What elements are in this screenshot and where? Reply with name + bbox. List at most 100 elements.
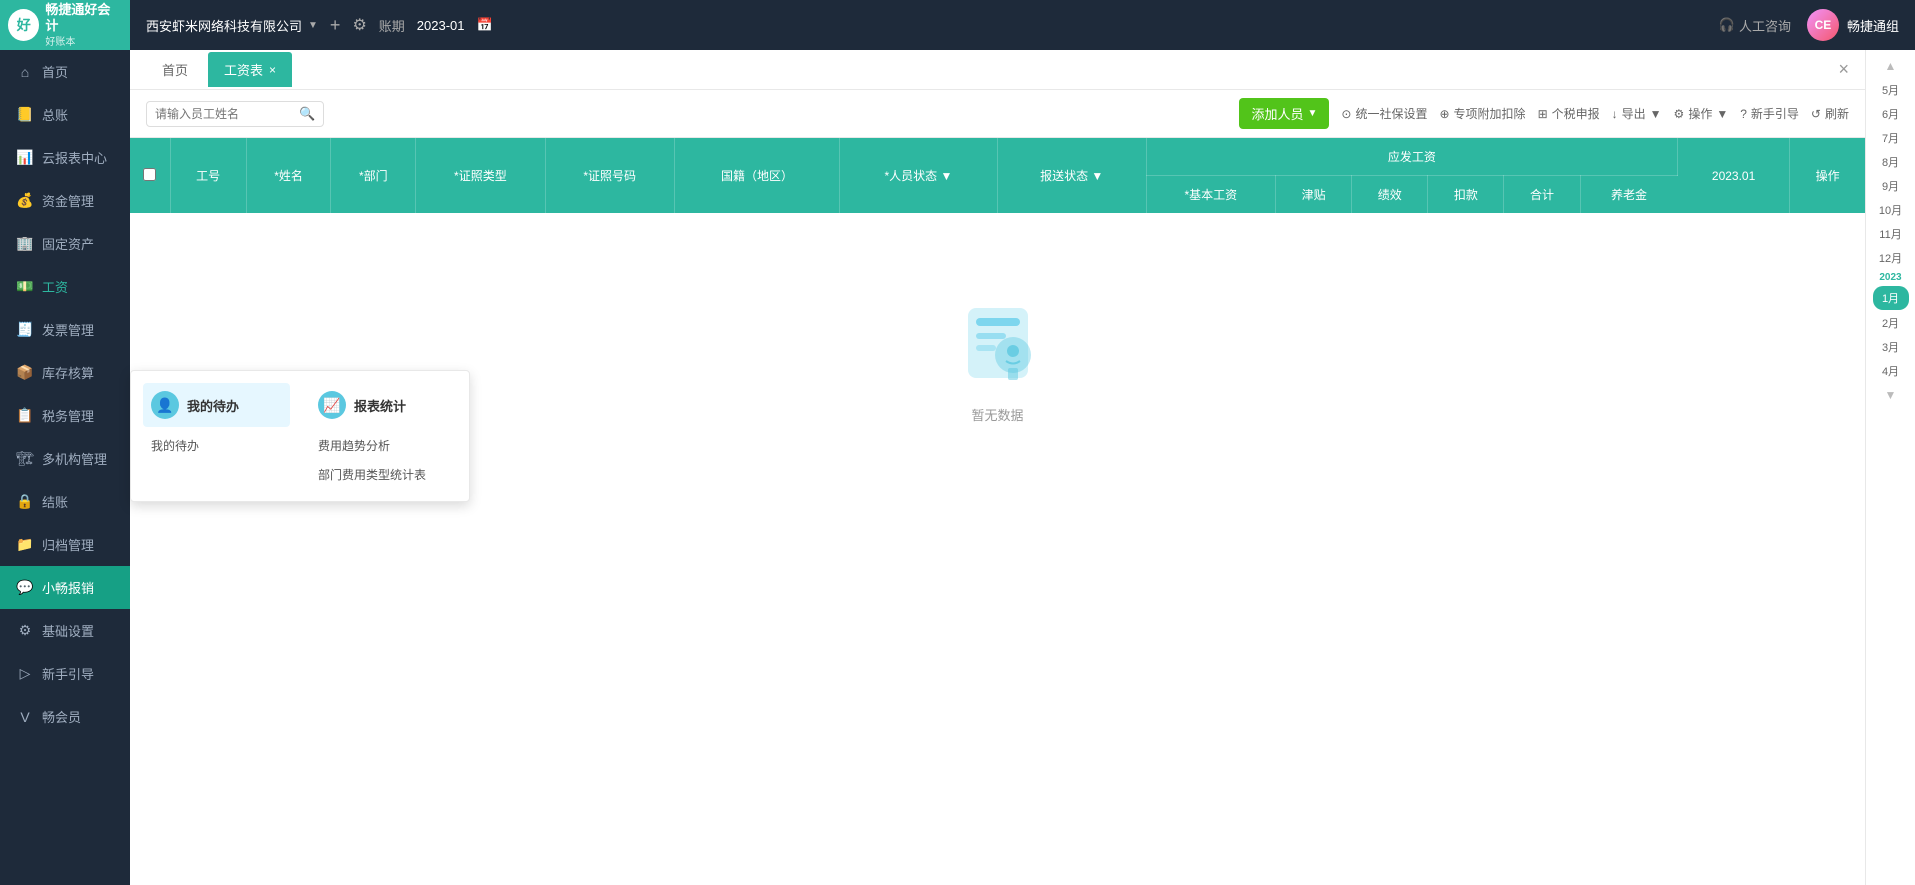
timeline-month-11[interactable]: 11月 — [1866, 222, 1915, 246]
closing-icon: 🔒 — [16, 493, 34, 511]
logo-text-area: 畅捷通好会计 好账本 — [45, 2, 122, 48]
th-id-type: *证照类型 — [416, 138, 545, 213]
search-icon[interactable]: 🔍 — [299, 106, 315, 122]
refresh-btn[interactable]: ↺ 刷新 — [1811, 105, 1849, 122]
tax-report-btn[interactable]: ⊞ 个税申报 — [1538, 105, 1600, 122]
home-icon: ⌂ — [16, 63, 34, 81]
empty-text: 暂无数据 — [971, 405, 1023, 424]
headset-icon: 🎧 — [1719, 17, 1735, 33]
sidebar-label-ledger: 总账 — [42, 105, 68, 124]
sidebar-item-inventory[interactable]: 📦 库存核算 — [0, 351, 130, 394]
company-name: 西安虾米网络科技有限公司 — [146, 16, 302, 35]
add-person-button[interactable]: 添加人员 ▼ — [1239, 98, 1329, 129]
tab-home[interactable]: 首页 — [146, 52, 204, 87]
popup-pending-header[interactable]: 👤 我的待办 — [143, 383, 290, 427]
sidebar-nav: ⌂ 首页 📒 总账 📊 云报表中心 💰 资金管理 🏢 固定资产 💵 工资 🧾 发… — [0, 50, 130, 885]
user-menu[interactable]: CE 畅捷通组 — [1807, 9, 1899, 41]
tab-salary[interactable]: 工资表 × — [208, 52, 292, 87]
timeline-down-icon[interactable]: ▼ — [1879, 383, 1903, 407]
timeline-month-12[interactable]: 12月 — [1866, 246, 1915, 270]
th-total: 合计 — [1504, 176, 1580, 214]
th-checkbox[interactable] — [130, 138, 170, 213]
timeline-month-7[interactable]: 7月 — [1866, 126, 1915, 150]
sidebar-item-ledger[interactable]: 📒 总账 — [0, 93, 130, 136]
refresh-icon: ↺ — [1811, 107, 1821, 121]
th-pension: 养老金 — [1580, 176, 1677, 214]
popup-reports-section: 📈 报表统计 费用趋势分析 部门费用类型统计表 — [310, 383, 457, 489]
toolbar: 🔍 添加人员 ▼ ⊙ 统一社保设置 ⊕ 专项附加扣除 — [130, 90, 1865, 138]
sidebar-item-xiaochang[interactable]: 💬 小畅报销 — [0, 566, 130, 609]
timeline-month-3[interactable]: 3月 — [1866, 335, 1915, 359]
operation-dropdown-icon: ▼ — [1716, 107, 1728, 121]
sidebar-item-assets[interactable]: 🏢 固定资产 — [0, 222, 130, 265]
popup-item-pending[interactable]: 我的待办 — [143, 431, 290, 460]
sidebar-item-closing[interactable]: 🔒 结账 — [0, 480, 130, 523]
sidebar-label-assets: 固定资产 — [42, 234, 94, 253]
th-actions: 操作 — [1790, 138, 1865, 213]
select-all-checkbox[interactable] — [143, 168, 156, 181]
username: 畅捷通组 — [1847, 16, 1899, 35]
app-sub: 好账本 — [45, 33, 122, 48]
timeline-month-10[interactable]: 10月 — [1866, 198, 1915, 222]
sidebar-label-funds: 资金管理 — [42, 191, 94, 210]
sidebar-label-tax: 税务管理 — [42, 406, 94, 425]
sidebar-item-reports[interactable]: 📊 云报表中心 — [0, 136, 130, 179]
sidebar-item-salary[interactable]: 💵 工资 — [0, 265, 130, 308]
timeline-month-8[interactable]: 8月 — [1866, 150, 1915, 174]
setting-icon[interactable]: ⚙ — [352, 15, 366, 35]
special-deduction-btn[interactable]: ⊕ 专项附加扣除 — [1439, 105, 1525, 122]
sidebar-item-tax[interactable]: 📋 税务管理 — [0, 394, 130, 437]
member-icon: V — [16, 708, 34, 726]
add-icon[interactable]: + — [330, 15, 341, 36]
th-id: 工号 — [170, 138, 246, 213]
sidebar-label-invoice: 发票管理 — [42, 320, 94, 339]
sidebar-item-guide[interactable]: ▷ 新手引导 — [0, 652, 130, 695]
timeline-month-1[interactable]: 1月 — [1873, 286, 1909, 310]
logo-area: 好 畅捷通好会计 好账本 — [0, 0, 130, 50]
guide-icon: ? — [1740, 107, 1747, 121]
inventory-icon: 📦 — [16, 364, 34, 382]
timeline-up-icon[interactable]: ▲ — [1879, 54, 1903, 78]
sidebar-item-home[interactable]: ⌂ 首页 — [0, 50, 130, 93]
ledger-icon: 📒 — [16, 106, 34, 124]
sidebar-item-member[interactable]: V 畅会员 — [0, 695, 130, 738]
calendar-icon[interactable]: 📅 — [477, 17, 493, 33]
popup-item-cost-trend[interactable]: 费用趋势分析 — [310, 431, 457, 460]
sidebar-item-invoice[interactable]: 🧾 发票管理 — [0, 308, 130, 351]
assets-icon: 🏢 — [16, 235, 34, 253]
popup-item-dept-cost[interactable]: 部门费用类型统计表 — [310, 460, 457, 489]
sidebar-item-funds[interactable]: 💰 资金管理 — [0, 179, 130, 222]
logo-icon: 好 — [8, 9, 39, 41]
tab-home-label: 首页 — [162, 60, 188, 79]
popup-pending-section: 👤 我的待办 我的待办 — [143, 383, 290, 489]
export-dropdown-icon: ▼ — [1650, 107, 1662, 121]
close-window-icon[interactable]: × — [1838, 59, 1849, 80]
search-input[interactable] — [155, 107, 295, 121]
guide-btn[interactable]: ? 新手引导 — [1740, 105, 1799, 122]
pending-icon: 👤 — [151, 391, 179, 419]
operation-btn[interactable]: ⚙ 操作 ▼ — [1674, 105, 1729, 122]
timeline-month-4[interactable]: 4月 — [1866, 359, 1915, 383]
popup-reports-header[interactable]: 📈 报表统计 — [310, 383, 457, 427]
sidebar: 好 畅捷通好会计 好账本 ⌂ 首页 📒 总账 📊 云报表中心 💰 资金管理 🏢 … — [0, 0, 130, 885]
export-btn[interactable]: ↓ 导出 ▼ — [1612, 105, 1662, 122]
sidebar-item-multi-org[interactable]: 🏗 多机构管理 — [0, 437, 130, 480]
sidebar-label-reports: 云报表中心 — [42, 148, 107, 167]
timeline-month-6[interactable]: 6月 — [1866, 102, 1915, 126]
chevron-down-icon: ▼ — [308, 20, 318, 31]
timeline-month-9[interactable]: 9月 — [1866, 174, 1915, 198]
company-selector[interactable]: 西安虾米网络科技有限公司 ▼ — [146, 16, 318, 35]
social-security-btn[interactable]: ⊙ 统一社保设置 — [1341, 105, 1427, 122]
archive-icon: 📁 — [16, 536, 34, 554]
tab-close-icon[interactable]: × — [269, 63, 276, 77]
sidebar-label-inventory: 库存核算 — [42, 363, 94, 382]
sidebar-item-archive[interactable]: 📁 归档管理 — [0, 523, 130, 566]
th-name: *姓名 — [246, 138, 331, 213]
timeline-month-2[interactable]: 2月 — [1866, 311, 1915, 335]
th-deduction: 扣款 — [1428, 176, 1504, 214]
period-value[interactable]: 2023-01 — [417, 18, 465, 33]
sidebar-item-basic[interactable]: ⚙ 基础设置 — [0, 609, 130, 652]
timeline-month-5[interactable]: 5月 — [1866, 78, 1915, 102]
service-button[interactable]: 🎧 人工咨询 — [1719, 16, 1791, 35]
th-report-status: 报送状态 ▼ — [997, 138, 1146, 213]
